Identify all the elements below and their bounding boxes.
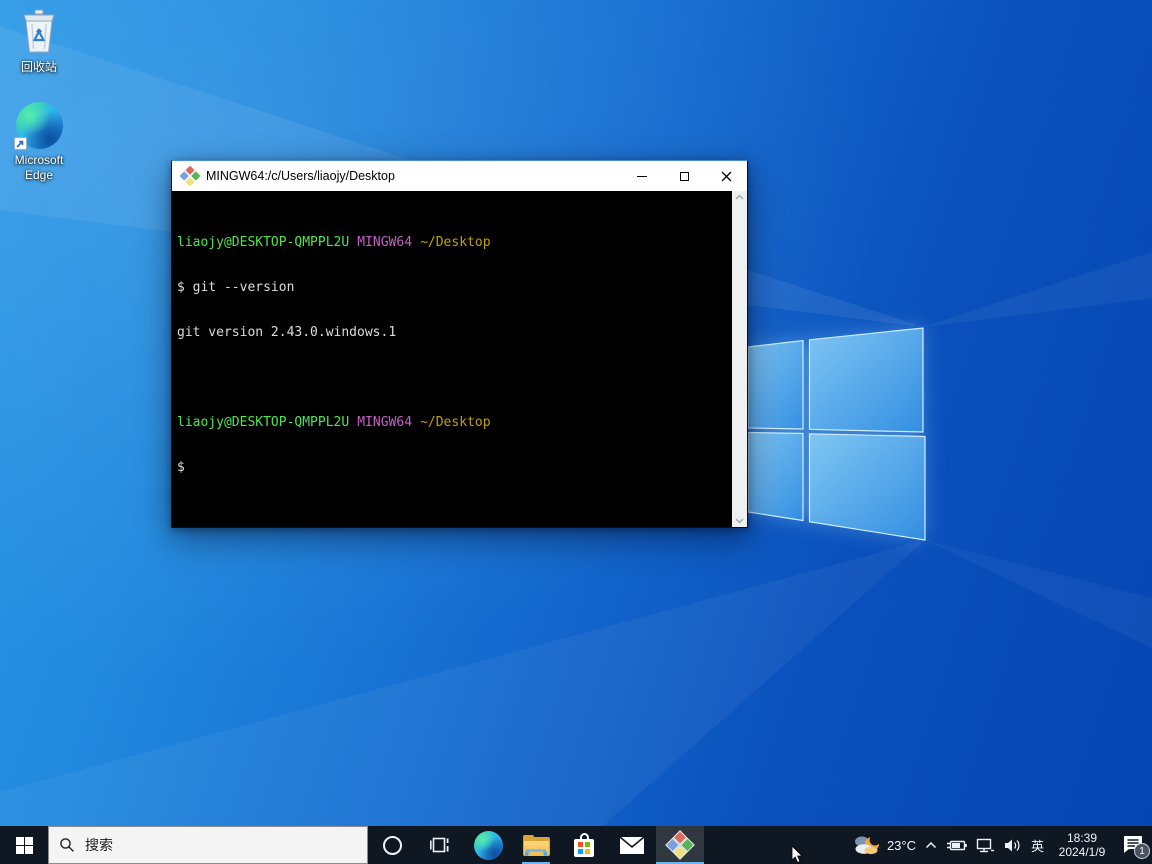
edge-icon (473, 830, 503, 860)
taskbar-git-bash-button[interactable] (656, 826, 704, 864)
task-view-icon (429, 837, 449, 853)
taskbar-file-explorer-button[interactable] (512, 826, 560, 864)
taskbar-search[interactable] (48, 826, 368, 864)
git-bash-window: MINGW64:/c/Users/liaojy/Desktop liaojy@D… (171, 160, 748, 528)
clock-time: 18:39 (1066, 831, 1098, 845)
desktop-icon-microsoft-edge[interactable]: Microsoft Edge (0, 102, 78, 183)
chevron-up-icon (925, 841, 937, 849)
prompt-path: ~/Desktop (420, 415, 491, 430)
terminal-scrollbar[interactable] (732, 191, 747, 527)
cortana-button[interactable] (368, 826, 416, 864)
taskbar-edge-button[interactable] (464, 826, 512, 864)
cortana-icon (382, 835, 402, 855)
taskbar-clock[interactable]: 18:39 2024/1/9 (1053, 831, 1111, 859)
terminal-body[interactable]: liaojy@DESKTOP-QMPPL2U MINGW64 ~/Desktop $… (172, 191, 732, 527)
microsoft-store-icon (571, 832, 597, 858)
system-tray: 23°C 英 18:39 2024/1/9 1 (854, 826, 1152, 864)
search-input[interactable] (85, 837, 325, 853)
prompt-env: MINGW64 (357, 235, 413, 250)
close-icon (721, 171, 731, 181)
file-explorer-icon (522, 834, 550, 856)
action-center-button[interactable]: 1 (1120, 833, 1150, 859)
volume-icon (1004, 839, 1020, 851)
battery-status[interactable] (946, 839, 967, 852)
git-bash-icon (666, 831, 694, 859)
battery-charging-icon (946, 840, 967, 850)
scroll-up-icon[interactable] (735, 194, 744, 200)
recycle-bin-icon (23, 9, 55, 53)
taskbar-mail-button[interactable] (608, 826, 656, 864)
start-button[interactable] (0, 826, 48, 864)
mouse-cursor (791, 845, 805, 864)
taskbar: 23°C (0, 826, 1152, 864)
maximize-button[interactable] (663, 161, 705, 191)
terminal-cursor-line: $ (177, 460, 185, 475)
minimize-button[interactable] (621, 161, 663, 191)
scroll-down-icon[interactable] (735, 518, 744, 524)
prompt-user: liaojy@DESKTOP-QMPPL2U (177, 415, 350, 430)
show-hidden-icons-button[interactable] (925, 840, 937, 850)
search-icon (60, 838, 74, 852)
prompt-path: ~/Desktop (420, 235, 491, 250)
edge-label: Microsoft Edge (14, 153, 64, 182)
taskbar-store-button[interactable] (560, 826, 608, 864)
window-title: MINGW64:/c/Users/liaojy/Desktop (206, 169, 395, 183)
desktop-icon-recycle-bin[interactable]: 回收站 (0, 8, 78, 75)
temperature-label: 23°C (886, 837, 916, 853)
terminal-prompt-line: liaojy@DESKTOP-QMPPL2U MINGW64 ~/Desktop (177, 235, 732, 250)
recycle-bin-label: 回收站 (20, 60, 57, 74)
task-view-button[interactable] (416, 826, 464, 864)
terminal-command-line: $ git --version (177, 280, 295, 295)
close-button[interactable] (705, 161, 747, 191)
edge-icon (13, 102, 63, 150)
shortcut-arrow-icon (13, 137, 27, 150)
mingw64-icon (179, 165, 201, 187)
network-icon (976, 838, 994, 852)
window-titlebar[interactable]: MINGW64:/c/Users/liaojy/Desktop (172, 161, 747, 191)
ime-indicator[interactable]: 英 (1031, 836, 1044, 855)
clock-date: 2024/1/9 (1058, 845, 1106, 859)
volume-status[interactable] (1004, 838, 1022, 853)
weather-widget[interactable]: 23°C (854, 834, 916, 856)
minimize-icon (637, 175, 647, 177)
weather-icon (854, 834, 881, 855)
network-status[interactable] (976, 838, 995, 853)
maximize-icon (679, 171, 689, 181)
terminal-prompt-line: liaojy@DESKTOP-QMPPL2U MINGW64 ~/Desktop (177, 415, 732, 430)
windows-start-icon (15, 836, 33, 854)
prompt-env: MINGW64 (357, 415, 413, 430)
mail-icon (619, 835, 645, 854)
prompt-user: liaojy@DESKTOP-QMPPL2U (177, 235, 350, 250)
terminal-output-line: git version 2.43.0.windows.1 (177, 325, 397, 340)
notification-badge: 1 (1134, 843, 1150, 859)
